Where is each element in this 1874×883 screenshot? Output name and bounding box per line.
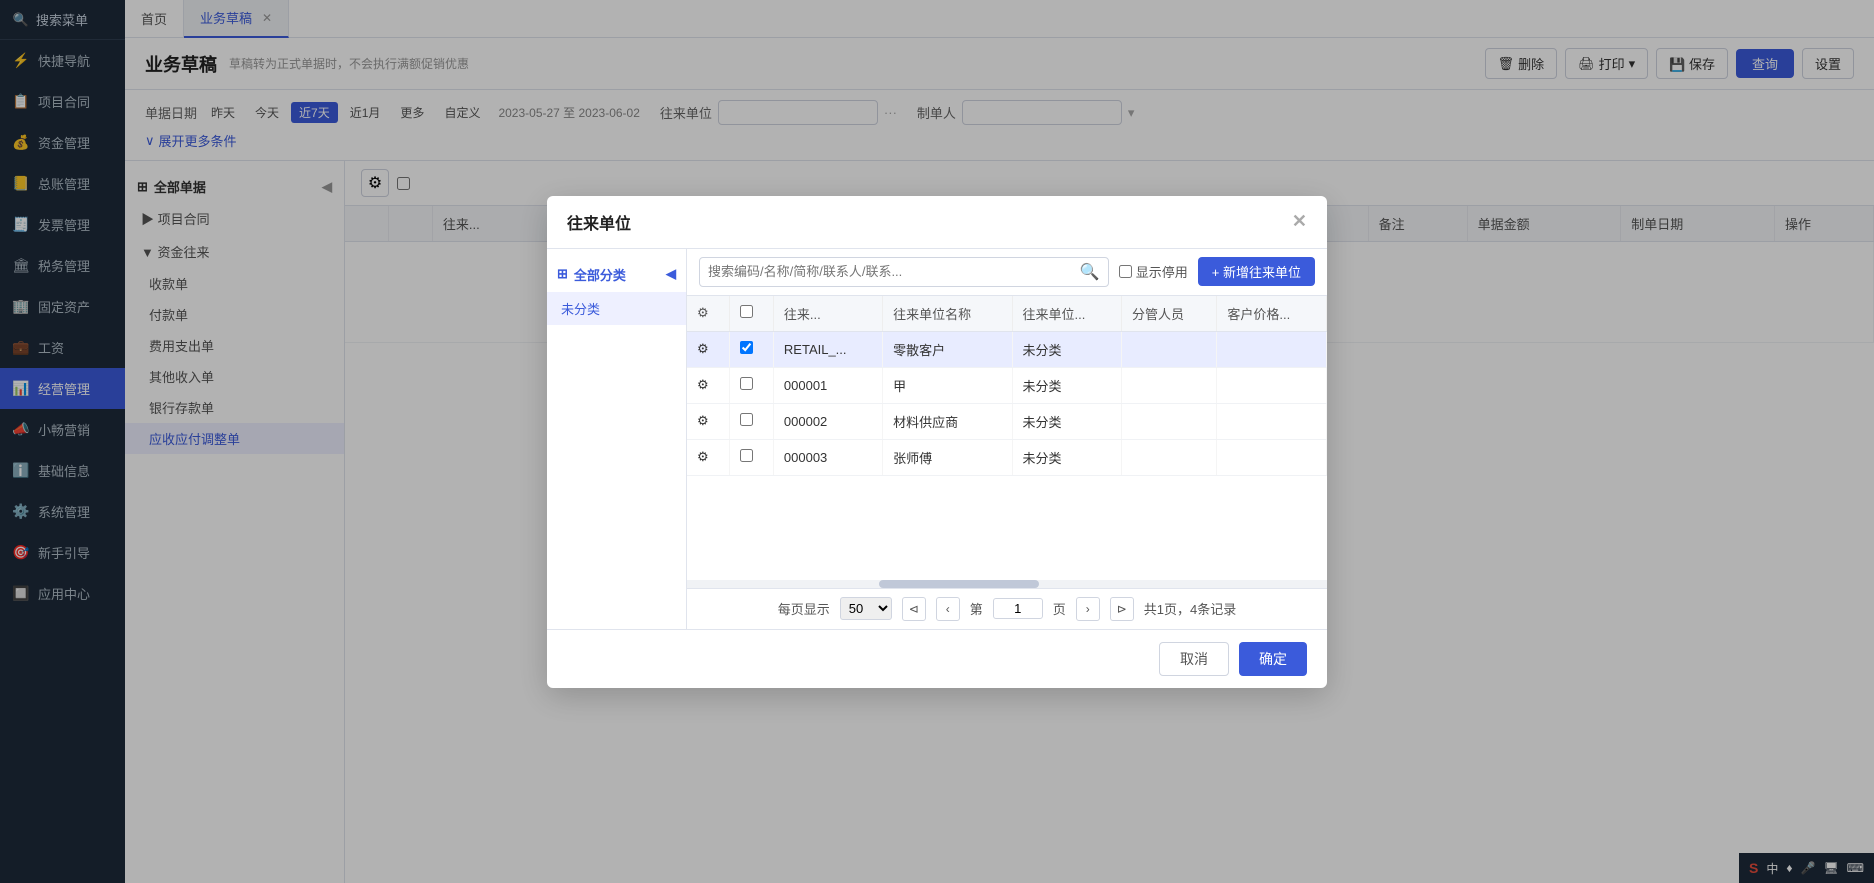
modal-table-row[interactable]: ⚙ 000002 材料供应商 未分类	[687, 403, 1327, 439]
row-settings-icon: ⚙	[687, 367, 729, 403]
row-name: 张师傅	[883, 439, 1012, 475]
modal-scrollbar[interactable]	[687, 580, 1327, 588]
confirm-button[interactable]: 确定	[1239, 642, 1307, 676]
page-number-input[interactable]	[993, 598, 1043, 619]
row-category: 未分类	[1012, 439, 1122, 475]
row-name: 零散客户	[883, 331, 1012, 367]
modal-toolbar: 🔍 显示停用 + 新增往来单位	[687, 249, 1327, 296]
row-checkbox[interactable]	[729, 403, 773, 439]
modal-table-row[interactable]: ⚙ 000003 张师傅 未分类	[687, 439, 1327, 475]
first-page-button[interactable]: ⊲	[902, 597, 926, 621]
modal-table-row[interactable]: ⚙ RETAIL_... 零散客户 未分类	[687, 331, 1327, 367]
modal-col-price[interactable]: 客户价格...	[1217, 296, 1327, 332]
row-price	[1217, 367, 1327, 403]
cancel-button[interactable]: 取消	[1159, 642, 1229, 676]
modal-scrollbar-thumb	[879, 580, 1039, 588]
modal-title: 往来单位	[567, 210, 631, 234]
modal-header: 往来单位 ✕	[547, 196, 1327, 249]
modal-col-check	[729, 296, 773, 332]
row-price	[1217, 403, 1327, 439]
row-checkbox[interactable]	[729, 331, 773, 367]
modal-table: ⚙ 往来... 往来单位名称 往来单位... 分管人员 客户价格... ⚙ RE…	[687, 296, 1327, 580]
page-label-second: 页	[1053, 599, 1066, 618]
per-page-select[interactable]: 50 100	[840, 597, 892, 620]
modal-body: ⊞ 全部分类 ◀ 未分类 🔍 显示停用 + 新增往来单位	[547, 249, 1327, 629]
modal-search-box[interactable]: 🔍	[699, 257, 1109, 287]
show-disabled-label: 显示停用	[1136, 262, 1188, 281]
modal-col-category[interactable]: 往来单位...	[1012, 296, 1122, 332]
add-new-partner-button[interactable]: + 新增往来单位	[1198, 257, 1315, 286]
modal-sidebar: ⊞ 全部分类 ◀ 未分类	[547, 249, 687, 629]
row-code: 000003	[773, 439, 882, 475]
modal-actions: 取消 确定	[547, 629, 1327, 688]
modal-select-all[interactable]	[740, 305, 753, 318]
row-category: 未分类	[1012, 331, 1122, 367]
modal-col-code[interactable]: 往来...	[773, 296, 882, 332]
partner-modal: 往来单位 ✕ ⊞ 全部分类 ◀ 未分类 🔍 显示停用	[547, 196, 1327, 688]
modal-search-input[interactable]	[708, 264, 1074, 279]
modal-close-button[interactable]: ✕	[1292, 211, 1307, 232]
modal-col-name[interactable]: 往来单位名称	[883, 296, 1012, 332]
modal-col-settings: ⚙	[687, 296, 729, 332]
show-disabled-container: 显示停用	[1119, 262, 1188, 281]
row-manager	[1122, 331, 1217, 367]
search-icon: 🔍	[1080, 262, 1100, 282]
show-disabled-checkbox[interactable]	[1119, 265, 1132, 278]
row-code: RETAIL_...	[773, 331, 882, 367]
collapse-icon: ◀	[666, 266, 676, 282]
row-code: 000002	[773, 403, 882, 439]
modal-all-category[interactable]: ⊞ 全部分类 ◀	[547, 257, 686, 292]
row-checkbox[interactable]	[729, 439, 773, 475]
row-checkbox[interactable]	[729, 367, 773, 403]
modal-col-manager[interactable]: 分管人员	[1122, 296, 1217, 332]
row-manager	[1122, 367, 1217, 403]
row-price	[1217, 331, 1327, 367]
grid-icon: ⊞	[557, 266, 568, 282]
row-manager	[1122, 439, 1217, 475]
prev-page-button[interactable]: ‹	[936, 597, 960, 621]
modal-sidebar-unclassified[interactable]: 未分类	[547, 292, 686, 325]
total-records: 共1页，4条记录	[1144, 599, 1236, 618]
modal-table-row[interactable]: ⚙ 000001 甲 未分类	[687, 367, 1327, 403]
row-manager	[1122, 403, 1217, 439]
row-settings-icon: ⚙	[687, 331, 729, 367]
row-settings-icon: ⚙	[687, 439, 729, 475]
next-page-button[interactable]: ›	[1076, 597, 1100, 621]
row-code: 000001	[773, 367, 882, 403]
last-page-button[interactable]: ⊳	[1110, 597, 1134, 621]
row-settings-icon: ⚙	[687, 403, 729, 439]
row-name: 材料供应商	[883, 403, 1012, 439]
row-name: 甲	[883, 367, 1012, 403]
per-page-label: 每页显示	[778, 599, 830, 618]
row-category: 未分类	[1012, 367, 1122, 403]
modal-main: 🔍 显示停用 + 新增往来单位 ⚙ 往来... 往来单位名称	[687, 249, 1327, 629]
row-category: 未分类	[1012, 403, 1122, 439]
page-label-first: 第	[970, 599, 983, 618]
modal-pagination: 每页显示 50 100 ⊲ ‹ 第 页 › ⊳ 共1页，4条记录	[687, 588, 1327, 629]
row-price	[1217, 439, 1327, 475]
